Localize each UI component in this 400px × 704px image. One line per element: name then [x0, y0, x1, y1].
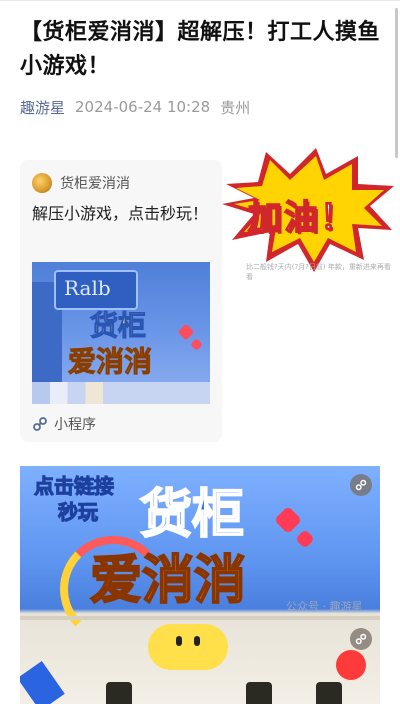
- heart-icon: [273, 505, 303, 535]
- jar-decoration: [316, 682, 342, 704]
- heart-icon: [177, 323, 195, 341]
- image-link-icon[interactable]: [350, 474, 372, 496]
- thumbnail-sign-text: Ralb: [64, 276, 111, 300]
- top-divider: [0, 0, 400, 1]
- mini-program-logo: [32, 173, 52, 193]
- poster-cta-line2: 秒玩: [58, 500, 99, 525]
- author-link[interactable]: 趣游星: [20, 97, 65, 118]
- mini-program-footer-label: 小程序: [54, 417, 96, 433]
- mini-program-name: 货柜爱消消: [60, 176, 130, 192]
- blue-decoration: [20, 661, 65, 704]
- heart-icon: [295, 529, 315, 549]
- poster-watermark: 公众号 · 趣游星: [286, 600, 363, 613]
- mini-program-thumbnail: Ralb 货柜 爱消消: [32, 262, 210, 404]
- poster-title-line1: 货柜: [139, 484, 245, 546]
- sticker-text: 加油！: [247, 197, 356, 239]
- jar-decoration: [106, 682, 132, 704]
- mini-program-description: 解压小游戏，点击秒玩！: [32, 204, 209, 223]
- mini-program-footer: 小程序: [32, 414, 96, 434]
- publish-datetime: 2024-06-24 10:28: [75, 98, 211, 116]
- mini-program-header: 货柜爱消消: [32, 172, 130, 194]
- scrollbar[interactable]: [395, 8, 398, 158]
- cloud-character: [148, 624, 228, 670]
- cloud-eye: [194, 636, 200, 646]
- mini-program-card[interactable]: 货柜爱消消 解压小游戏，点击秒玩！ Ralb 货柜 爱消消 小程序: [20, 160, 222, 442]
- poster-title-line2: 爱消消: [89, 550, 247, 612]
- jar-decoration: [246, 682, 272, 704]
- game-poster-image[interactable]: 点击链接 秒玩 货柜 爱消消 公众号 · 趣游星: [20, 466, 380, 704]
- red-decoration: [336, 650, 366, 680]
- poster-cta-line1: 点击链接: [34, 474, 115, 499]
- image-link-icon[interactable]: [350, 628, 372, 650]
- thumbnail-title-line1: 货柜: [89, 309, 147, 343]
- bottles-decoration: [32, 382, 210, 404]
- cloud-eye: [176, 636, 182, 646]
- publish-location: 贵州: [220, 98, 251, 117]
- poster-divider: [20, 616, 380, 620]
- heart-icon: [190, 338, 203, 351]
- sticker-caption: 比二般钱?天内(?月?日前) 年款，重新进来再看看: [246, 263, 391, 281]
- link-icon: [33, 417, 47, 431]
- article-meta: 趣游星 2024-06-24 10:28 贵州: [20, 96, 250, 118]
- article-title: 【货柜爱消消】超解压！打工人摸鱼小游戏！: [20, 20, 381, 79]
- thumbnail-title-line2: 爱消消: [67, 345, 153, 379]
